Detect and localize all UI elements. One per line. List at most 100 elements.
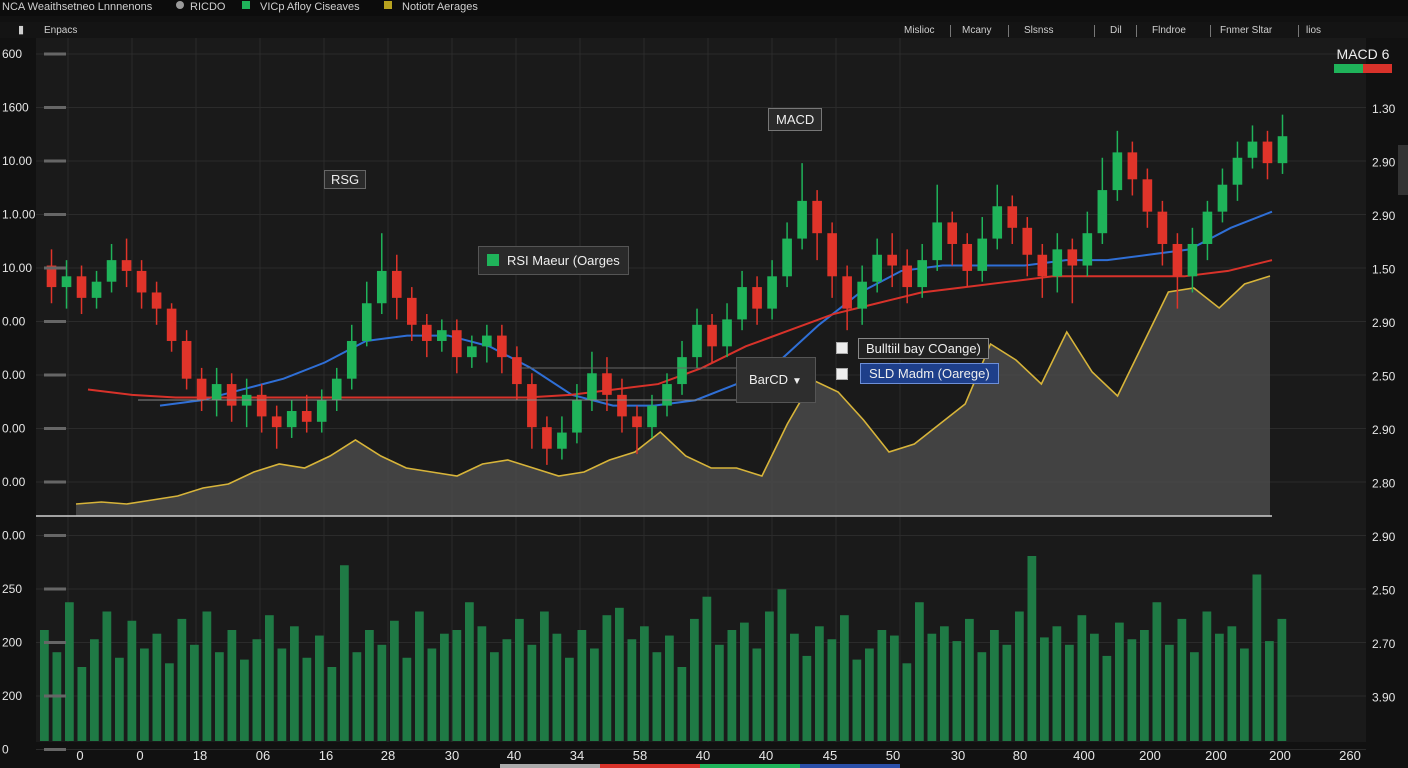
right-axis-label: 2.80 [1372, 477, 1396, 491]
right-axis-label: 2.50 [1372, 370, 1396, 384]
volume-bar [1115, 622, 1124, 741]
x-axis-label: 260 [1339, 748, 1361, 763]
top-toolbar: NCA Weaithsetneo Lnnnenons RICDO VICp Af… [0, 0, 1408, 16]
volume-bar [1090, 633, 1099, 741]
x-axis-label: 200 [1139, 748, 1161, 763]
annotation-rsg-label: RSG [331, 172, 360, 187]
left-axis-label: 10.00 [2, 261, 32, 275]
checkbox-icon-1[interactable] [836, 342, 848, 354]
scroll-handle-right[interactable] [1398, 145, 1408, 195]
volume-bar [40, 630, 49, 741]
candle-body [932, 222, 943, 261]
volume-bar [290, 626, 299, 741]
legend-swatch-3 [384, 1, 392, 9]
volume-bar [502, 639, 512, 741]
candle-body [376, 270, 387, 304]
tab-4[interactable]: Flndroe [1152, 25, 1186, 36]
tab-1[interactable]: Mcany [962, 25, 991, 36]
bottom-strip [500, 764, 900, 768]
volume-bar [402, 657, 412, 741]
volume-bar [77, 667, 87, 741]
volume-bar [1215, 633, 1224, 741]
volume-bar [1165, 644, 1174, 741]
candle-body [391, 270, 402, 298]
tab-6[interactable]: lios [1306, 25, 1321, 36]
candle-body [962, 243, 973, 271]
x-axis-label: 45 [823, 748, 837, 763]
volume-bar [1015, 611, 1024, 741]
legend-item-1[interactable]: RICDO [190, 1, 225, 13]
candle-body [617, 394, 627, 417]
candle-body [857, 281, 867, 309]
legend-item-3[interactable]: Notiotr Aerages [402, 1, 478, 13]
candle-body [662, 384, 672, 406]
volume-bar [590, 648, 599, 741]
checkbox-icon-2[interactable] [836, 368, 848, 380]
barcd-dropdown[interactable]: BarCD ▼ [736, 357, 816, 403]
candle-body [406, 297, 417, 325]
candle-body [1202, 211, 1213, 244]
legend-item-2[interactable]: VICp Afloy Ciseaves [260, 1, 360, 13]
volume-bar [840, 615, 849, 741]
right-axis-label: 2.90 [1372, 530, 1396, 544]
price-chart[interactable]: 600160010.001.0.0010.000.000.000.000.000… [0, 38, 1408, 768]
volume-bar [740, 622, 749, 741]
tab-3[interactable]: Dil [1110, 25, 1122, 36]
candle-body [737, 287, 747, 320]
volume-bar [265, 615, 274, 741]
volume-bar [540, 611, 549, 741]
tab-0[interactable]: Mislioc [904, 25, 935, 36]
candle-body [587, 373, 597, 401]
x-axis-label: 16 [319, 748, 333, 763]
left-axis-label: 10.00 [2, 154, 32, 168]
annotation-rsg[interactable]: RSG [324, 170, 367, 189]
x-axis-label: 200 [1269, 748, 1291, 763]
candle-body [166, 308, 177, 341]
volume-bar [1152, 602, 1162, 741]
pin-icon[interactable]: ▮ [18, 23, 24, 36]
volume-bar [1127, 639, 1137, 741]
legend-box-sld[interactable]: SLD Madm (Oarege) [860, 363, 999, 384]
legend-box-bullish[interactable]: Bulltiil bay COange) [858, 338, 989, 359]
sub-toolbar: ▮ Enpacs Mislioc Mcany Slsnss Dil Flndro… [0, 22, 1408, 38]
x-axis-label: 40 [507, 748, 521, 763]
left-axis-label: 0 [2, 743, 9, 757]
candle-body [917, 260, 928, 288]
volume-bar [665, 635, 674, 741]
annotation-macd[interactable]: MACD [768, 108, 823, 131]
volume-bar [527, 644, 537, 741]
volume-bar [915, 602, 924, 741]
volume-bar [1190, 652, 1199, 741]
candle-body [1172, 243, 1183, 277]
macd-badge-label: MACD 6 [1336, 46, 1390, 62]
candle-body [1052, 249, 1063, 277]
legend-box-rsi[interactable]: RSI Maeur (Oarges [478, 246, 629, 275]
candle-body [902, 265, 912, 288]
volume-bar [165, 663, 174, 741]
volume-bar [1052, 626, 1062, 741]
candle-body [1262, 141, 1273, 164]
volume-bar [927, 633, 937, 741]
candle-body [61, 276, 72, 288]
candle-body [512, 357, 522, 385]
volume-bar [1277, 618, 1287, 741]
right-axis: 1.30 2.90 2.90 1.50 2.90 2.50 2.90 2.80 2.90 2.50… [1372, 102, 1396, 705]
candle-body [467, 346, 477, 358]
candle-body [1022, 227, 1033, 255]
x-axis-label: 28 [381, 748, 395, 763]
legend-rsi-label: RSI Maeur (Oarges [507, 253, 620, 268]
candle-body [482, 335, 492, 347]
volume-bar [902, 663, 912, 741]
legend-swatch-2 [242, 1, 250, 9]
volume-bar [440, 633, 449, 741]
candle-body [722, 319, 732, 347]
volume-bar [1065, 644, 1074, 741]
volume-bar [277, 648, 287, 741]
tab-2[interactable]: Slsnss [1024, 25, 1053, 36]
candle-body [226, 384, 237, 406]
app-title: NCA Weaithsetneo Lnnnenons [2, 1, 153, 13]
subbar-left-label[interactable]: Enpacs [44, 25, 77, 36]
x-axis: 0 0 18 06 16 28 30 40 34 58 40 40 45 50 30 80 400 200 200 2… [76, 748, 1360, 763]
tab-5[interactable]: Fnmer Sltar [1220, 25, 1272, 36]
candle-body [181, 340, 192, 379]
